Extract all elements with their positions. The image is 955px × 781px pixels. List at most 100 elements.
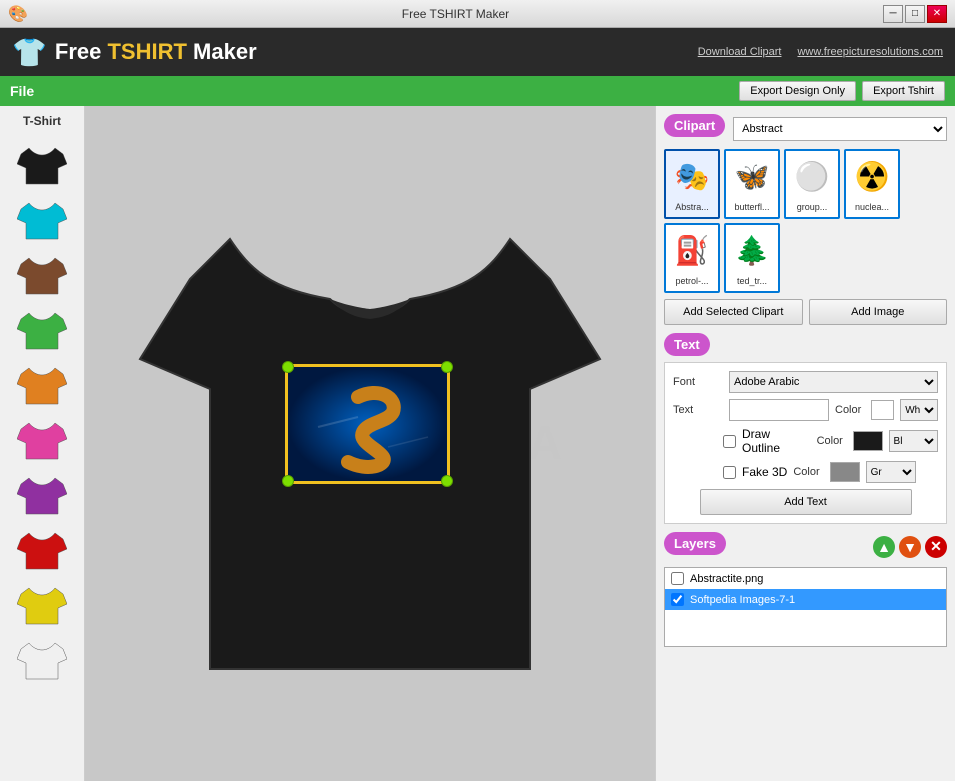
layer-down-button[interactable]: ▼: [899, 536, 921, 558]
design-svg: [288, 367, 447, 481]
fake3d-label: Fake 3D: [742, 465, 787, 479]
tshirt-color-purple[interactable]: [10, 466, 75, 521]
website-link[interactable]: www.freepicturesolutions.com: [797, 46, 943, 58]
clipart-thumb-1: 🦋: [726, 151, 778, 201]
clipart-buttons: Add Selected Clipart Add Image: [664, 299, 947, 325]
clipart-thumb-3: ☢️: [846, 151, 898, 201]
handle-bottom-right[interactable]: [441, 475, 453, 487]
layers-section-header: Layers: [664, 532, 726, 555]
tshirt-color-pink[interactable]: [10, 411, 75, 466]
font-label: Font: [673, 376, 723, 388]
maximize-button[interactable]: □: [905, 5, 925, 23]
clipart-grid: 🎭 Abstra...🦋 butterfl...⚪ group...☢️ nuc…: [664, 149, 947, 293]
download-clipart-link[interactable]: Download Clipart: [698, 46, 782, 58]
main-content: T-Shirt SOFTPEDIA: [0, 106, 955, 781]
layer-delete-button[interactable]: ✕: [925, 536, 947, 558]
text-section: Text Font Adobe Arabic Text Color Wh: [664, 333, 947, 524]
minimize-button[interactable]: ─: [883, 5, 903, 23]
layer-name-1: Softpedia Images-7-1: [690, 594, 940, 606]
brand-logo: 👕 Free TSHIRT Maker: [12, 36, 257, 69]
text-input[interactable]: [729, 399, 829, 421]
brand-links: Download Clipart www.freepicturesolution…: [698, 46, 943, 58]
tshirt-preview: [130, 179, 610, 709]
add-selected-clipart-button[interactable]: Add Selected Clipart: [664, 299, 803, 325]
fake3d-color-select[interactable]: Gr: [866, 461, 916, 483]
canvas-area: SOFTPEDIA: [85, 106, 655, 781]
title-bar: 🎨 Free TSHIRT Maker ─ □ ✕: [0, 0, 955, 28]
close-button[interactable]: ✕: [927, 5, 947, 23]
handle-top-left[interactable]: [282, 361, 294, 373]
clipart-thumb-2: ⚪: [786, 151, 838, 201]
fake3d-color-label: Color: [793, 466, 819, 478]
layer-up-button[interactable]: ▲: [873, 536, 895, 558]
brand-icon: 👕: [12, 36, 47, 69]
tshirt-color-cyan[interactable]: [10, 191, 75, 246]
draw-outline-checkbox[interactable]: [723, 435, 736, 448]
file-buttons: Export Design Only Export Tshirt: [739, 81, 945, 101]
layers-header-row: Layers ▲ ▼ ✕: [664, 532, 947, 561]
clipart-item-1[interactable]: 🦋 butterfl...: [724, 149, 780, 219]
text-color-label: Color: [835, 404, 861, 416]
handle-bottom-left[interactable]: [282, 475, 294, 487]
clipart-item-5[interactable]: 🌲 ted_tr...: [724, 223, 780, 293]
layer-item-1[interactable]: Softpedia Images-7-1: [665, 589, 946, 610]
layers-list: Abstractite.png Softpedia Images-7-1: [664, 567, 947, 647]
window-title: Free TSHIRT Maker: [28, 7, 883, 21]
tshirt-sidebar: T-Shirt: [0, 106, 85, 781]
text-color-select[interactable]: Wh: [900, 399, 938, 421]
text-row: Text Color Wh: [673, 399, 938, 421]
clipart-section: Clipart Abstract 🎭 Abstra...🦋 butterfl..…: [664, 114, 947, 333]
layer-checkbox-0[interactable]: [671, 572, 684, 585]
font-select[interactable]: Adobe Arabic: [729, 371, 938, 393]
text-form: Font Adobe Arabic Text Color Wh D: [664, 362, 947, 524]
fake3d-row: Fake 3D Color Gr: [673, 461, 938, 483]
file-bar: File Export Design Only Export Tshirt: [0, 76, 955, 106]
color-swatches-container: [10, 136, 75, 686]
fake3d-color-box[interactable]: [830, 462, 860, 482]
layer-checkbox-1[interactable]: [671, 593, 684, 606]
text-color-box[interactable]: [871, 400, 894, 420]
window-controls: ─ □ ✕: [883, 5, 947, 23]
tshirt-color-yellow[interactable]: [10, 576, 75, 631]
tshirt-sidebar-label: T-Shirt: [23, 114, 61, 128]
clipart-item-0[interactable]: 🎭 Abstra...: [664, 149, 720, 219]
clipart-name-2: group...: [795, 201, 830, 214]
tshirt-color-white[interactable]: [10, 631, 75, 686]
file-label: File: [10, 83, 34, 99]
tshirt-color-black[interactable]: [10, 136, 75, 191]
outline-color-select[interactable]: Bl: [889, 430, 938, 452]
clipart-name-5: ted_tr...: [735, 275, 769, 288]
add-text-button[interactable]: Add Text: [700, 489, 912, 515]
clipart-item-3[interactable]: ☢️ nuclea...: [844, 149, 900, 219]
clipart-name-0: Abstra...: [673, 201, 711, 214]
tshirt-color-orange[interactable]: [10, 356, 75, 411]
font-row: Font Adobe Arabic: [673, 371, 938, 393]
layer-item-0[interactable]: Abstractite.png: [665, 568, 946, 589]
clipart-item-4[interactable]: ⛽ petrol-...: [664, 223, 720, 293]
app-icon: 🎨: [8, 4, 28, 24]
outline-color-label: Color: [817, 435, 843, 447]
tshirt-color-red[interactable]: [10, 521, 75, 576]
fake3d-checkbox[interactable]: [723, 466, 736, 479]
handle-top-right[interactable]: [441, 361, 453, 373]
outline-color-box[interactable]: [853, 431, 883, 451]
design-overlay[interactable]: [285, 364, 450, 484]
add-image-button[interactable]: Add Image: [809, 299, 948, 325]
layer-name-0: Abstractite.png: [690, 573, 940, 585]
tshirt-color-green[interactable]: [10, 301, 75, 356]
clipart-item-2[interactable]: ⚪ group...: [784, 149, 840, 219]
brand-bar: 👕 Free TSHIRT Maker Download Clipart www…: [0, 28, 955, 76]
export-design-button[interactable]: Export Design Only: [739, 81, 856, 101]
clipart-thumb-4: ⛽: [666, 225, 718, 275]
text-label: Text: [673, 404, 723, 416]
clipart-thumb-0: 🎭: [666, 151, 718, 201]
export-tshirt-button[interactable]: Export Tshirt: [862, 81, 945, 101]
clipart-name-3: nuclea...: [853, 201, 891, 214]
layers-section: Layers ▲ ▼ ✕ Abstractite.png Softpedia I…: [664, 532, 947, 647]
clipart-category-dropdown[interactable]: Abstract: [733, 117, 947, 141]
tshirt-color-brown[interactable]: [10, 246, 75, 301]
brand-text: Free TSHIRT Maker: [55, 39, 257, 65]
clipart-thumb-5: 🌲: [726, 225, 778, 275]
text-section-header: Text: [664, 333, 710, 356]
design-image: [288, 367, 447, 481]
